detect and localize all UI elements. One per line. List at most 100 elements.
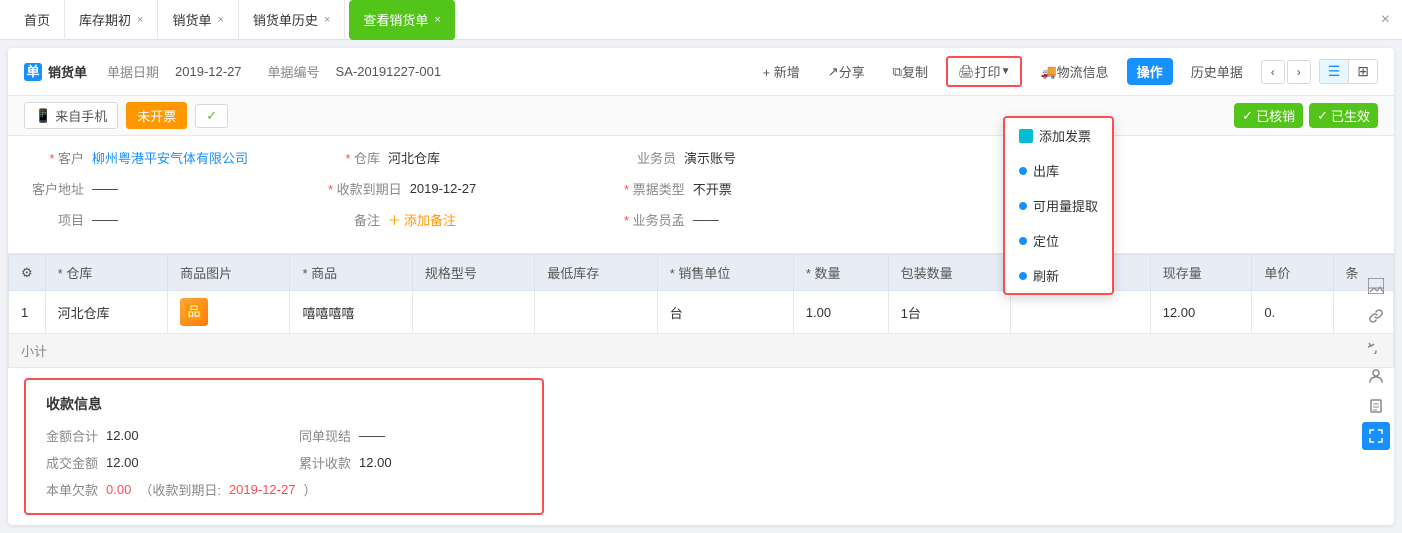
tab-sales-order-history[interactable]: 销货单历史 ×: [239, 0, 345, 40]
close-sales-order[interactable]: ×: [217, 14, 223, 26]
th-settings: ⚙: [9, 255, 46, 291]
doc-actions: + 新增 ↗ 分享 ⧉ 复制 🖨 打印 ▼ 🚚 物流信息 操作 历史单据: [753, 56, 1378, 87]
row-min-stock: [535, 291, 657, 334]
th-warehouse: * 仓库: [45, 255, 167, 291]
add-invoice-icon: [1019, 129, 1033, 143]
row-pack-qty: 1台: [888, 291, 1010, 334]
tab-bar: 首页 库存期初 × 销货单 × 销货单历史 × 查看销货单 × ×: [0, 0, 1402, 40]
window-close-button[interactable]: ×: [1381, 11, 1390, 29]
customer-value[interactable]: 柳州粤港平安气体有限公司: [92, 148, 252, 167]
current-owed-value: 0.00: [106, 482, 131, 497]
same-settlement-row: 同单现结 ——: [299, 426, 522, 445]
warehouse-out-label: 出库: [1033, 161, 1059, 180]
address-field: 客户地址 ——: [32, 179, 312, 198]
date-label: 单据日期: [107, 62, 159, 81]
tool-expand-btn[interactable]: [1362, 422, 1390, 450]
from-phone-button[interactable]: 📱 来自手机: [24, 102, 118, 129]
copy-icon: ⧉: [893, 64, 902, 80]
form-row-3: 项目 —— 备注 ＋ 添加备注 业务员孟 ——: [32, 210, 1370, 229]
due-date-label: （收款到期日:: [139, 480, 221, 499]
operations-button[interactable]: 操作: [1127, 58, 1173, 85]
prev-arrow[interactable]: ‹: [1261, 60, 1285, 84]
cumulative-receipt-value: 12.00: [359, 455, 392, 470]
row-stock: 12.00: [1150, 291, 1252, 334]
transaction-amount-label: 成交金额: [46, 453, 98, 472]
copy-button[interactable]: ⧉ 复制: [883, 58, 938, 85]
no-value: SA-20191227-001: [336, 64, 442, 79]
ticket-type-label: 票据类型: [624, 179, 693, 198]
warehouse-out-item[interactable]: 出库: [1005, 153, 1112, 188]
due-date-value: 2019-12-27: [229, 482, 296, 497]
tab-home[interactable]: 首页: [10, 0, 65, 40]
cumulative-receipt-label: 累计收款: [299, 453, 351, 472]
locate-item[interactable]: 定位: [1005, 223, 1112, 258]
total-amount-row: 金额合计 12.00: [46, 426, 269, 445]
payment-date-field: 收款到期日 2019-12-27: [328, 179, 608, 198]
next-arrow[interactable]: ›: [1287, 60, 1311, 84]
truck-icon: 🚚: [1040, 64, 1056, 80]
not-open-button[interactable]: 未开票: [126, 102, 187, 129]
view-grid-btn[interactable]: ⊞: [1349, 60, 1377, 83]
locate-label: 定位: [1033, 231, 1059, 250]
print-dropdown-icon: ▼: [1001, 66, 1011, 77]
print-button[interactable]: 🖨 打印 ▼: [946, 56, 1022, 87]
staff-field: 业务员 演示账号: [624, 148, 904, 167]
row-warehouse: 河北仓库: [45, 291, 167, 334]
available-quantity-item[interactable]: 可用量提取: [1005, 188, 1112, 223]
history-button[interactable]: 历史单据: [1181, 58, 1253, 85]
print-icon: 🖨: [958, 64, 975, 80]
payment-grid: 金额合计 12.00 同单现结 —— 成交金额 12.00 累计收款 12.00…: [46, 426, 522, 499]
row-unit-price: 0.: [1252, 291, 1333, 334]
refresh-label: 刷新: [1033, 266, 1059, 285]
th-pack-qty: 包装数量: [888, 255, 1010, 291]
th-unit-price: 单价: [1252, 255, 1333, 291]
row-product-img: 品: [168, 291, 290, 334]
tool-link-btn[interactable]: [1362, 302, 1390, 330]
add-remark-button[interactable]: ＋ 添加备注: [388, 210, 456, 229]
share-button[interactable]: ↗ 分享: [818, 58, 875, 85]
row-quantity: 1.00: [793, 291, 888, 334]
plus-icon: ＋: [388, 210, 401, 229]
tab-view-sales-order[interactable]: 查看销货单 ×: [349, 0, 455, 40]
logistics-button[interactable]: 🚚 物流信息: [1030, 58, 1118, 85]
tool-clipboard-btn[interactable]: [1362, 392, 1390, 420]
address-value: ——: [92, 181, 252, 196]
products-table: ⚙ * 仓库 商品图片 * 商品 规格型号 最低库存 * 销售单位 * 数量 包…: [8, 254, 1394, 368]
payment-box: 收款信息 金额合计 12.00 同单现结 —— 成交金额 12.00 累计收款 …: [24, 378, 544, 515]
add-invoice-item[interactable]: 添加发票: [1005, 118, 1112, 153]
ticket-type-field: 票据类型 不开票: [624, 179, 904, 198]
ticket-type-value: 不开票: [693, 179, 853, 198]
tab-sales-order[interactable]: 销货单 ×: [158, 0, 238, 40]
tool-user-btn[interactable]: [1362, 362, 1390, 390]
tool-image-btn[interactable]: [1362, 272, 1390, 300]
form-section: 客户 柳州粤港平安气体有限公司 仓库 河北仓库 业务员 演示账号 客户地址 ——…: [8, 136, 1394, 254]
close-view-sales-order[interactable]: ×: [434, 14, 440, 26]
share-icon: ↗: [828, 64, 839, 80]
table-header-row: ⚙ * 仓库 商品图片 * 商品 规格型号 最低库存 * 销售单位 * 数量 包…: [9, 255, 1394, 291]
new-button[interactable]: + 新增: [753, 58, 810, 85]
close-sales-order-history[interactable]: ×: [324, 14, 330, 26]
doc-meta: 单据日期 2019-12-27 单据编号 SA-20191227-001: [107, 62, 753, 81]
staff-label: 业务员: [624, 148, 684, 167]
sold-status-button: ✓ 已核销: [1234, 103, 1303, 128]
th-product-img: 商品图片: [168, 255, 290, 291]
staff2-value: ——: [693, 212, 853, 227]
view-list-btn[interactable]: ☰: [1320, 60, 1350, 83]
effective-status-button: ✓ 已生效: [1309, 103, 1378, 128]
close-inventory-init[interactable]: ×: [137, 14, 143, 26]
refresh-item[interactable]: 刷新: [1005, 258, 1112, 293]
tool-undo-btn[interactable]: [1362, 332, 1390, 360]
check-btn[interactable]: ✓: [195, 104, 228, 128]
tab-inventory-init[interactable]: 库存期初 ×: [65, 0, 158, 40]
warehouse-out-icon: [1019, 167, 1027, 175]
available-icon: [1019, 202, 1027, 210]
table-row: 1 河北仓库 品 嘻嘻嘻嘻 台 1.00 1台 12.00 0.: [9, 291, 1394, 334]
svg-text:单: 单: [26, 64, 39, 79]
payment-title: 收款信息: [46, 394, 522, 414]
doc-header: 单 销货单 单据日期 2019-12-27 单据编号 SA-20191227-0…: [8, 48, 1394, 96]
same-settlement-label: 同单现结: [299, 426, 351, 445]
no-label: 单据编号: [268, 62, 320, 81]
project-label: 项目: [32, 210, 92, 229]
doc-title-icon: 单: [24, 63, 42, 81]
payment-date-label: 收款到期日: [328, 179, 410, 198]
